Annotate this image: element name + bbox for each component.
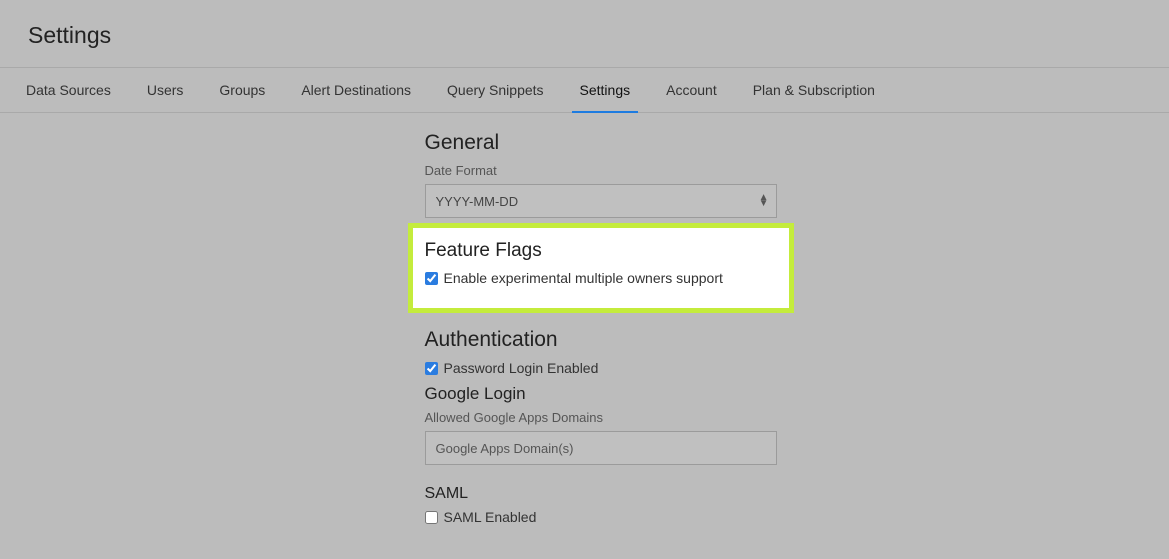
page-title: Settings xyxy=(0,0,1169,67)
tab-settings[interactable]: Settings xyxy=(562,68,649,112)
tab-query-snippets[interactable]: Query Snippets xyxy=(429,68,562,112)
password-login-row[interactable]: Password Login Enabled xyxy=(425,360,777,376)
password-login-label: Password Login Enabled xyxy=(444,360,599,376)
saml-enabled-checkbox[interactable] xyxy=(425,511,438,524)
tab-users[interactable]: Users xyxy=(129,68,202,112)
feature-flags-heading: Feature Flags xyxy=(425,240,777,262)
tab-data-sources[interactable]: Data Sources xyxy=(8,68,129,112)
google-domains-label: Allowed Google Apps Domains xyxy=(425,410,777,425)
saml-enabled-label: SAML Enabled xyxy=(444,509,537,525)
content-area: General Date Format YYYY-MM-DD ▲▼ Featur… xyxy=(0,113,1169,559)
settings-page: Settings Data Sources Users Groups Alert… xyxy=(0,0,1169,559)
date-format-select[interactable]: YYYY-MM-DD xyxy=(425,184,777,218)
date-format-select-wrap: YYYY-MM-DD ▲▼ xyxy=(425,184,777,218)
authentication-heading: Authentication xyxy=(425,328,777,352)
google-login-heading: Google Login xyxy=(425,384,777,404)
saml-enabled-row[interactable]: SAML Enabled xyxy=(425,509,777,525)
multi-owners-checkbox[interactable] xyxy=(425,272,438,285)
tabs-bar: Data Sources Users Groups Alert Destinat… xyxy=(0,67,1169,113)
multi-owners-row[interactable]: Enable experimental multiple owners supp… xyxy=(425,270,777,286)
tab-alert-destinations[interactable]: Alert Destinations xyxy=(283,68,429,112)
general-heading: General xyxy=(425,131,777,155)
tab-groups[interactable]: Groups xyxy=(201,68,283,112)
tab-plan-subscription[interactable]: Plan & Subscription xyxy=(735,68,893,112)
date-format-label: Date Format xyxy=(425,163,777,178)
tab-account[interactable]: Account xyxy=(648,68,735,112)
multi-owners-label: Enable experimental multiple owners supp… xyxy=(444,270,723,286)
feature-flags-highlight: Feature Flags Enable experimental multip… xyxy=(413,228,789,308)
authentication-section: Authentication Password Login Enabled Go… xyxy=(425,328,777,525)
saml-heading: SAML xyxy=(425,485,777,503)
content-inner: General Date Format YYYY-MM-DD ▲▼ Featur… xyxy=(425,131,777,529)
google-domains-input[interactable] xyxy=(425,431,777,465)
password-login-checkbox[interactable] xyxy=(425,362,438,375)
